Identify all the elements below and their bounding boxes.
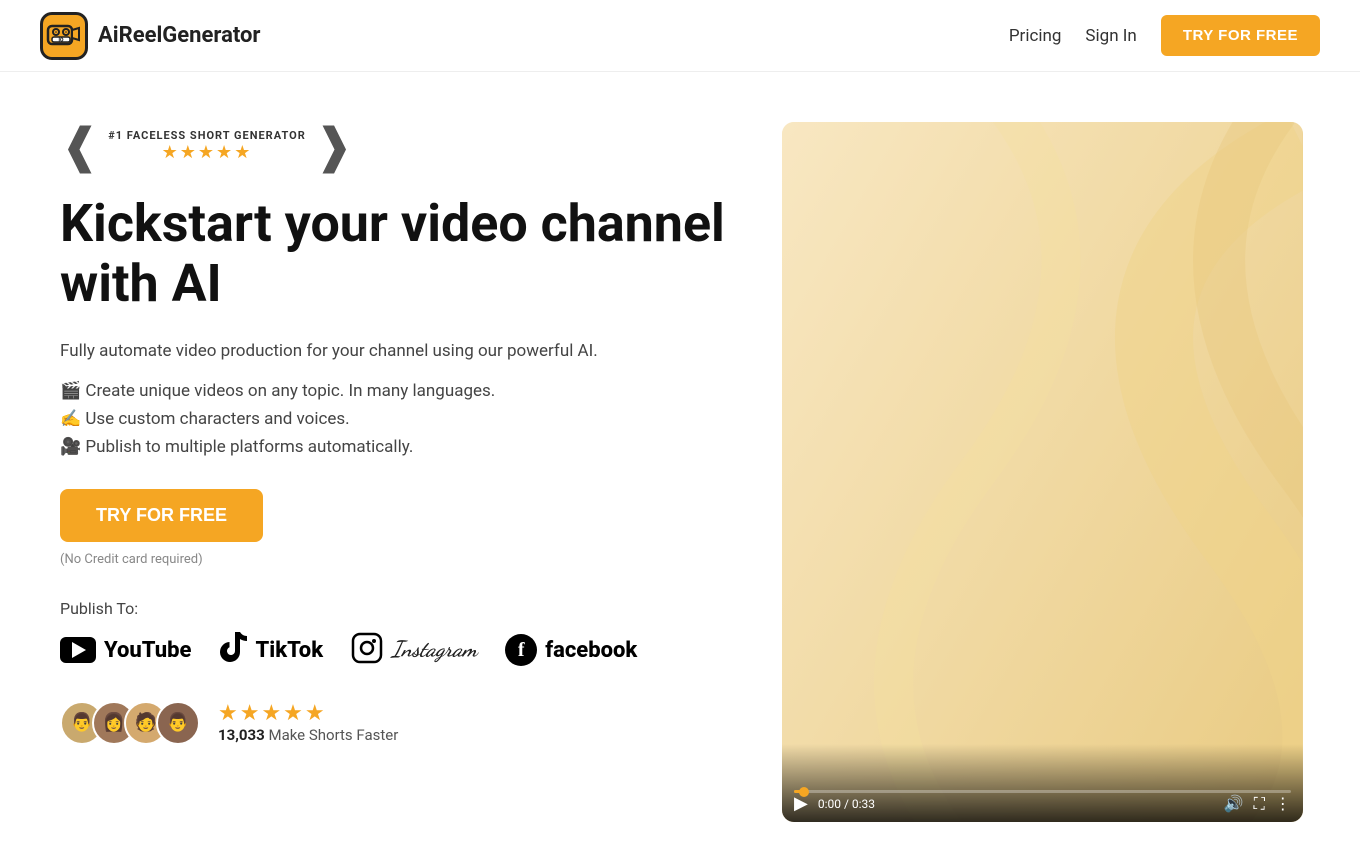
social-proof: 👨 👩 🧑 👨 ★★★★★ 13,033 Make Shorts Faster: [60, 701, 742, 745]
instagram-icon: [351, 632, 383, 668]
pricing-link[interactable]: Pricing: [1009, 26, 1062, 46]
svg-text:IO: IO: [1020, 453, 1037, 469]
video-volume-icon[interactable]: 🔊: [1224, 794, 1244, 814]
nav: Pricing Sign In TRY FOR FREE: [1009, 15, 1320, 56]
feature-item-1: 🎬 Create unique videos on any topic. In …: [60, 381, 742, 401]
youtube-icon: [60, 637, 96, 663]
feature-item-2: ✍️ Use custom characters and voices.: [60, 409, 742, 429]
video-time: 0:00 / 0:33: [818, 797, 875, 811]
features-list: 🎬 Create unique videos on any topic. In …: [60, 381, 742, 457]
video-controls: ▶ 0:00 / 0:33 🔊 ⛶ ⋮: [782, 744, 1303, 822]
right-column: IO AiReelGenerator.com ▶: [782, 122, 1303, 822]
publish-to-label: Publish To:: [60, 599, 742, 618]
laurel-left-icon: ❰: [60, 122, 100, 170]
main-content: ❰ #1 FACELESS SHORT GENERATOR ★★★★★ ❱ Ki…: [0, 72, 1360, 862]
video-progress-bar[interactable]: [794, 790, 1291, 793]
badge-label: #1 FACELESS SHORT GENERATOR: [108, 129, 306, 142]
proof-text: ★★★★★ 13,033 Make Shorts Faster: [218, 701, 398, 744]
platform-facebook: f facebook: [505, 634, 637, 666]
badge-content: #1 FACELESS SHORT GENERATOR ★★★★★: [100, 129, 314, 163]
tiktok-icon: [220, 632, 248, 669]
facebook-icon: f: [505, 634, 537, 666]
youtube-label: YouTube: [104, 638, 192, 663]
badge-stars: ★★★★★: [108, 142, 306, 163]
logo-area: IO AiReelGenerator: [40, 12, 260, 60]
award-badge: ❰ #1 FACELESS SHORT GENERATOR ★★★★★ ❱: [60, 122, 742, 170]
no-credit-card-text: (No Credit card required): [60, 552, 742, 567]
laurel-right-icon: ❱: [314, 122, 354, 170]
video-logo-icon: IO: [962, 370, 1122, 530]
proof-count: 13,033 Make Shorts Faster: [218, 726, 398, 744]
try-free-main-button[interactable]: TRY FOR FREE: [60, 489, 263, 542]
main-heading: Kickstart your video channel with AI: [60, 194, 742, 314]
left-column: ❰ #1 FACELESS SHORT GENERATOR ★★★★★ ❱ Ki…: [60, 122, 742, 745]
platform-youtube: YouTube: [60, 637, 192, 663]
video-time-current: 0:00: [818, 797, 841, 811]
proof-number: 13,033: [218, 726, 265, 744]
avatars-group: 👨 👩 🧑 👨: [60, 701, 200, 745]
logo-text: AiReelGenerator: [98, 23, 260, 48]
video-progress-dot: [799, 787, 809, 797]
video-controls-row: ▶ 0:00 / 0:33 🔊 ⛶ ⋮: [794, 793, 1291, 814]
svg-text:IO: IO: [59, 37, 65, 43]
video-content: IO AiReelGenerator.com: [782, 122, 1303, 822]
feature-item-3: 🎥 Publish to multiple platforms automati…: [60, 437, 742, 457]
tiktok-label: TikTok: [256, 638, 324, 663]
logo-icon: IO: [40, 12, 88, 60]
video-fullscreen-icon[interactable]: ⛶: [1254, 794, 1265, 814]
video-site-name: AiReelGenerator.com: [928, 546, 1157, 574]
avatar-4: 👨: [156, 701, 200, 745]
video-time-total: 0:33: [852, 797, 875, 811]
video-more-icon[interactable]: ⋮: [1275, 794, 1291, 814]
platform-instagram: Instagram: [351, 632, 477, 668]
platforms-list: YouTube TikTok: [60, 632, 742, 669]
video-panel[interactable]: IO AiReelGenerator.com ▶: [782, 122, 1303, 822]
try-free-header-button[interactable]: TRY FOR FREE: [1161, 15, 1320, 56]
video-controls-right: 🔊 ⛶ ⋮: [1224, 794, 1291, 814]
facebook-label: facebook: [545, 638, 637, 663]
sign-in-link[interactable]: Sign In: [1085, 26, 1136, 46]
description: Fully automate video production for your…: [60, 338, 742, 365]
proof-description: Make Shorts Faster: [268, 726, 398, 744]
proof-stars: ★★★★★: [218, 701, 398, 726]
instagram-label: Instagram: [391, 637, 477, 663]
header: IO AiReelGenerator Pricing Sign In TRY F…: [0, 0, 1360, 72]
platform-tiktok: TikTok: [220, 632, 324, 669]
